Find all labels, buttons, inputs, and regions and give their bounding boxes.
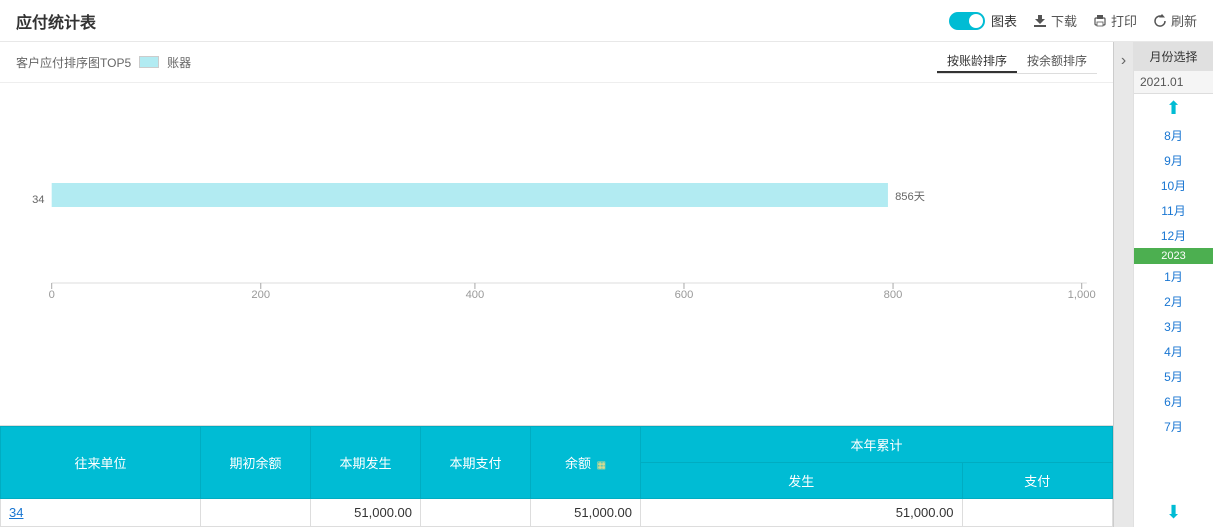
- svg-text:1,000: 1,000: [1068, 289, 1096, 301]
- sidebar-wrapper: › 月份选择 2021.01 ⬆ 8月 9月 10月 11月 12月 2023: [1113, 42, 1213, 527]
- month-list: 8月 9月 10月 11月 12月 2023 1月 2月 3月 4月 5月 6月…: [1134, 123, 1213, 498]
- sidebar-current-period: 2021.01: [1134, 71, 1213, 94]
- refresh-button[interactable]: 刷新: [1153, 11, 1197, 30]
- legend-box-label: 账器: [167, 54, 191, 71]
- chart-toggle-label: 图表: [991, 11, 1017, 30]
- th-ytd-pay: 支付: [962, 463, 1112, 499]
- month-item-4[interactable]: 4月: [1134, 339, 1213, 364]
- main-content: 客户应付排序图TOP5 账器 按账龄排序 按余额排序 34 856天: [0, 42, 1213, 527]
- cell-current-pay: [421, 499, 531, 527]
- page-title: 应付统计表: [16, 9, 96, 33]
- month-item-10[interactable]: 10月: [1134, 173, 1213, 198]
- cell-opening: [201, 499, 311, 527]
- download-button[interactable]: 下载: [1033, 11, 1077, 30]
- sidebar-nav-down-button[interactable]: ⬇: [1134, 498, 1213, 527]
- svg-text:600: 600: [675, 289, 694, 301]
- month-sidebar: 月份选择 2021.01 ⬆ 8月 9月 10月 11月 12月 2023 1月…: [1133, 42, 1213, 527]
- chart-legend: 客户应付排序图TOP5 账器: [16, 54, 191, 71]
- cell-unit: 34: [1, 499, 201, 527]
- sort-by-balance-btn[interactable]: 按账龄排序: [937, 50, 1017, 73]
- chart-toggle[interactable]: [949, 12, 985, 30]
- svg-text:856天: 856天: [895, 191, 925, 203]
- app-container: 应付统计表 图表 下载 打印 刷新: [0, 0, 1213, 527]
- month-item-12[interactable]: 12月: [1134, 223, 1213, 248]
- cell-ytd-pay: [962, 499, 1112, 527]
- th-balance: 余额 ▦: [531, 427, 641, 499]
- sidebar-collapse-button[interactable]: ›: [1113, 42, 1133, 527]
- month-item-6[interactable]: 6月: [1134, 389, 1213, 414]
- th-current-occur: 本期发生: [311, 427, 421, 499]
- svg-text:0: 0: [49, 289, 55, 301]
- th-ytd-occur: 发生: [641, 463, 963, 499]
- sidebar-nav-up-button[interactable]: ⬆: [1134, 94, 1213, 123]
- sort-by-amount-btn[interactable]: 按余额排序: [1017, 50, 1097, 73]
- month-item-5[interactable]: 5月: [1134, 364, 1213, 389]
- table-area: 往来单位 期初余额 本期发生 本期支付 余额 ▦ 本年累计 发生: [0, 425, 1113, 527]
- download-icon: [1033, 14, 1047, 28]
- unit-link[interactable]: 34: [9, 505, 23, 520]
- chart-sort-buttons: 按账龄排序 按余额排序: [937, 50, 1097, 74]
- balance-icon: ▦: [597, 460, 606, 471]
- chart-toggle-wrap: 图表: [949, 11, 1017, 30]
- svg-text:34: 34: [32, 194, 44, 206]
- print-icon: [1093, 14, 1107, 28]
- month-item-9[interactable]: 9月: [1134, 148, 1213, 173]
- chart-controls: 客户应付排序图TOP5 账器 按账龄排序 按余额排序: [0, 42, 1113, 83]
- th-unit: 往来单位: [1, 427, 201, 499]
- chart-svg-area: 34 856天 0 200 400 600 800 1,000: [0, 83, 1113, 425]
- th-opening: 期初余额: [201, 427, 311, 499]
- month-item-7[interactable]: 7月: [1134, 414, 1213, 439]
- month-item-3[interactable]: 3月: [1134, 314, 1213, 339]
- month-item-2[interactable]: 2月: [1134, 289, 1213, 314]
- month-item-8[interactable]: 8月: [1134, 123, 1213, 148]
- th-current-pay: 本期支付: [421, 427, 531, 499]
- stats-table: 往来单位 期初余额 本期发生 本期支付 余额 ▦ 本年累计 发生: [0, 426, 1113, 527]
- month-item-1[interactable]: 1月: [1134, 264, 1213, 289]
- year-marker: 2023: [1134, 248, 1213, 264]
- table-row: 34 51,000.00 51,000.00 51,000.00: [1, 499, 1113, 527]
- cell-ytd-occur: 51,000.00: [641, 499, 963, 527]
- bar-chart: 34 856天 0 200 400 600 800 1,000: [16, 93, 1097, 313]
- sidebar-title: 月份选择: [1149, 48, 1197, 65]
- legend-text: 客户应付排序图TOP5: [16, 54, 131, 71]
- sidebar-header: 月份选择: [1134, 42, 1213, 71]
- chevron-up-icon: ⬆: [1166, 98, 1181, 119]
- cell-current-occur: 51,000.00: [311, 499, 421, 527]
- th-ytd-group: 本年累计: [641, 427, 1113, 463]
- print-button[interactable]: 打印: [1093, 11, 1137, 30]
- refresh-icon: [1153, 14, 1167, 28]
- svg-text:800: 800: [884, 289, 903, 301]
- collapse-arrow-icon: ›: [1121, 52, 1126, 70]
- month-item-11[interactable]: 11月: [1134, 198, 1213, 223]
- header-actions: 图表 下载 打印 刷新: [949, 11, 1197, 30]
- legend-box: [139, 56, 159, 68]
- svg-text:400: 400: [466, 289, 485, 301]
- cell-balance: 51,000.00: [531, 499, 641, 527]
- chart-area: 客户应付排序图TOP5 账器 按账龄排序 按余额排序 34 856天: [0, 42, 1113, 527]
- chevron-down-icon: ⬇: [1166, 502, 1181, 523]
- header: 应付统计表 图表 下载 打印 刷新: [0, 0, 1213, 42]
- svg-text:200: 200: [251, 289, 270, 301]
